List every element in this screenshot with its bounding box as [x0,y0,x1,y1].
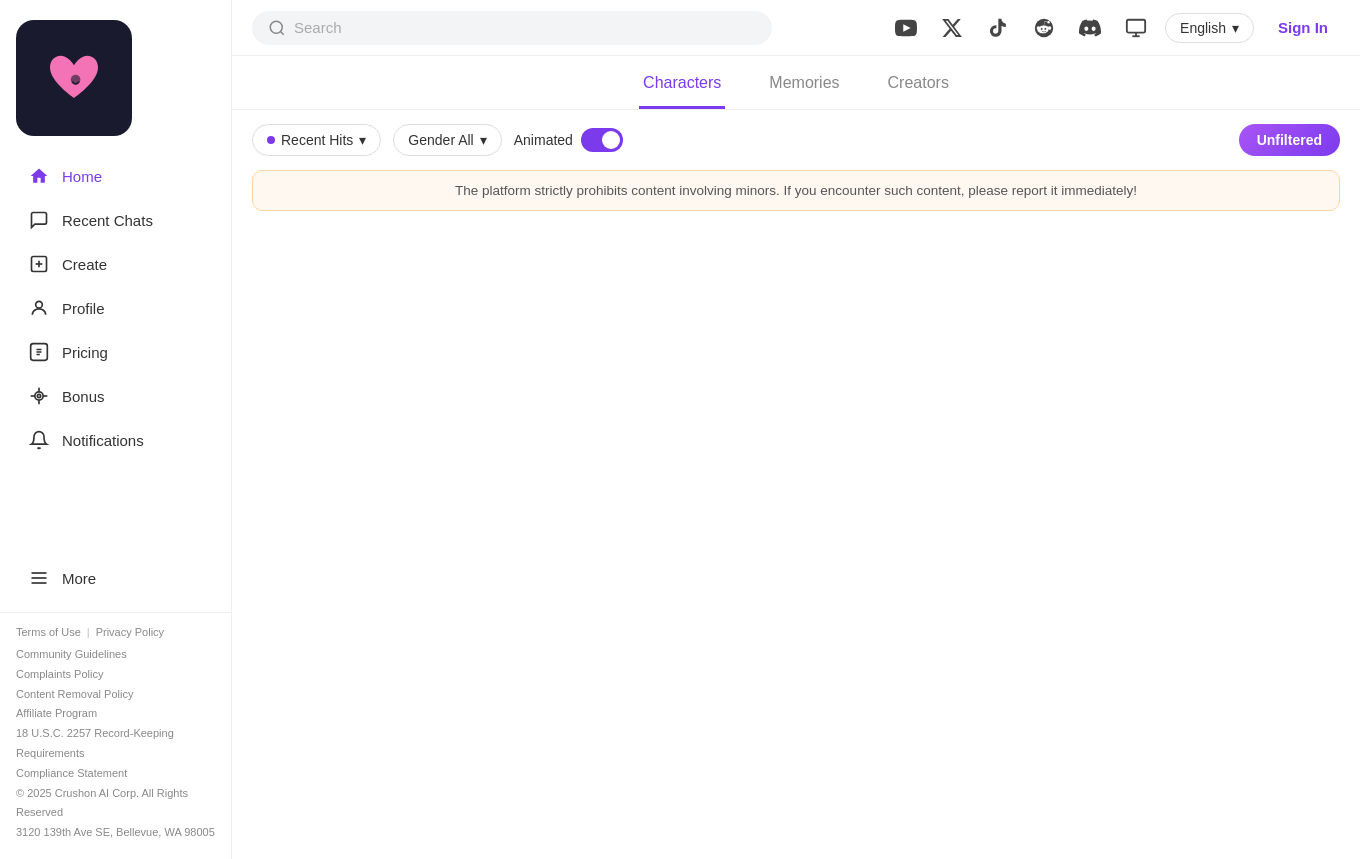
content-tabs: Characters Memories Creators [232,56,1360,110]
monitor-icon[interactable] [1119,11,1153,45]
search-icon [268,19,286,37]
sidebar-bottom: More [0,548,231,612]
sidebar-label-bonus: Bonus [62,388,105,405]
content-removal-link[interactable]: Content Removal Policy [16,688,133,700]
sidebar-label-profile: Profile [62,300,105,317]
chevron-down-icon: ▾ [1232,20,1239,36]
privacy-link[interactable]: Privacy Policy [96,623,164,643]
affiliate-link[interactable]: Affiliate Program [16,707,97,719]
header: English ▾ Sign In [232,0,1360,56]
tag-icon [28,341,50,363]
complaints-link[interactable]: Complaints Policy [16,668,103,680]
app-logo[interactable] [16,20,132,136]
gift-icon [28,385,50,407]
animated-switch[interactable] [581,128,623,152]
sidebar-label-create: Create [62,256,107,273]
search-bar[interactable] [252,11,772,45]
terms-link[interactable]: Terms of Use [16,623,81,643]
more-label: More [62,570,96,587]
svg-point-16 [270,21,282,33]
svg-point-7 [35,392,43,400]
tiktok-icon[interactable] [981,11,1015,45]
address-text: 3120 139th Ave SE, Bellevue, WA 98005 [16,826,215,838]
copyright-text: © 2025 Crushon AI Corp. All Rights Reser… [16,787,188,819]
content-area[interactable] [232,221,1360,859]
youtube-icon[interactable] [889,11,923,45]
bell-icon [28,429,50,451]
sign-in-button[interactable]: Sign In [1266,13,1340,42]
sidebar-label-home: Home [62,168,102,185]
sidebar-item-pricing[interactable]: Pricing [8,331,223,373]
chat-icon [28,209,50,231]
sidebar-item-bonus[interactable]: Bonus [8,375,223,417]
plus-square-icon [28,253,50,275]
filter-dot [267,136,275,144]
sidebar-item-notifications[interactable]: Notifications [8,419,223,461]
recent-hits-chevron-icon: ▾ [359,132,366,148]
twitter-icon[interactable] [935,11,969,45]
sidebar-label-recent-chats: Recent Chats [62,212,153,229]
gender-label: Gender All [408,132,473,148]
tab-characters[interactable]: Characters [639,56,725,109]
tab-creators[interactable]: Creators [884,56,953,109]
sidebar-label-pricing: Pricing [62,344,108,361]
recent-hits-label: Recent Hits [281,132,353,148]
sidebar-item-create[interactable]: Create [8,243,223,285]
gender-filter[interactable]: Gender All ▾ [393,124,501,156]
more-item[interactable]: More [8,557,223,599]
unfiltered-button[interactable]: Unfiltered [1239,124,1340,156]
notice-text: The platform strictly prohibits content … [455,183,1137,198]
social-icons: English ▾ Sign In [889,11,1340,45]
tab-memories[interactable]: Memories [765,56,843,109]
svg-line-17 [280,31,283,34]
sidebar-item-profile[interactable]: Profile [8,287,223,329]
svg-point-5 [36,301,43,308]
gender-chevron-icon: ▾ [480,132,487,148]
animated-label: Animated [514,132,573,148]
language-selector[interactable]: English ▾ [1165,13,1254,43]
discord-icon[interactable] [1073,11,1107,45]
sidebar: Home Recent Chats Create Profile [0,0,232,859]
compliance-text: Compliance Statement [16,767,127,779]
sidebar-item-recent-chats[interactable]: Recent Chats [8,199,223,241]
sidebar-nav: Home Recent Chats Create Profile [0,146,231,548]
svg-rect-19 [1127,19,1145,32]
search-input[interactable] [294,19,756,36]
toggle-knob [602,131,620,149]
lang-label: English [1180,20,1226,36]
sidebar-footer: Terms of Use | Privacy Policy Community … [0,612,231,859]
sidebar-label-notifications: Notifications [62,432,144,449]
notice-banner: The platform strictly prohibits content … [252,170,1340,211]
record-keeping-text: 18 U.S.C. 2257 Record-Keeping Requiremen… [16,727,174,759]
community-link[interactable]: Community Guidelines [16,648,127,660]
svg-point-8 [37,394,40,397]
filter-bar: Recent Hits ▾ Gender All ▾ Animated Unfi… [232,110,1360,170]
sidebar-item-home[interactable]: Home [8,155,223,197]
home-icon [28,165,50,187]
menu-icon [28,567,50,589]
main-content: English ▾ Sign In Characters Memories Cr… [232,0,1360,859]
reddit-icon[interactable] [1027,11,1061,45]
user-icon [28,297,50,319]
animated-toggle: Animated [514,128,623,152]
recent-hits-filter[interactable]: Recent Hits ▾ [252,124,381,156]
